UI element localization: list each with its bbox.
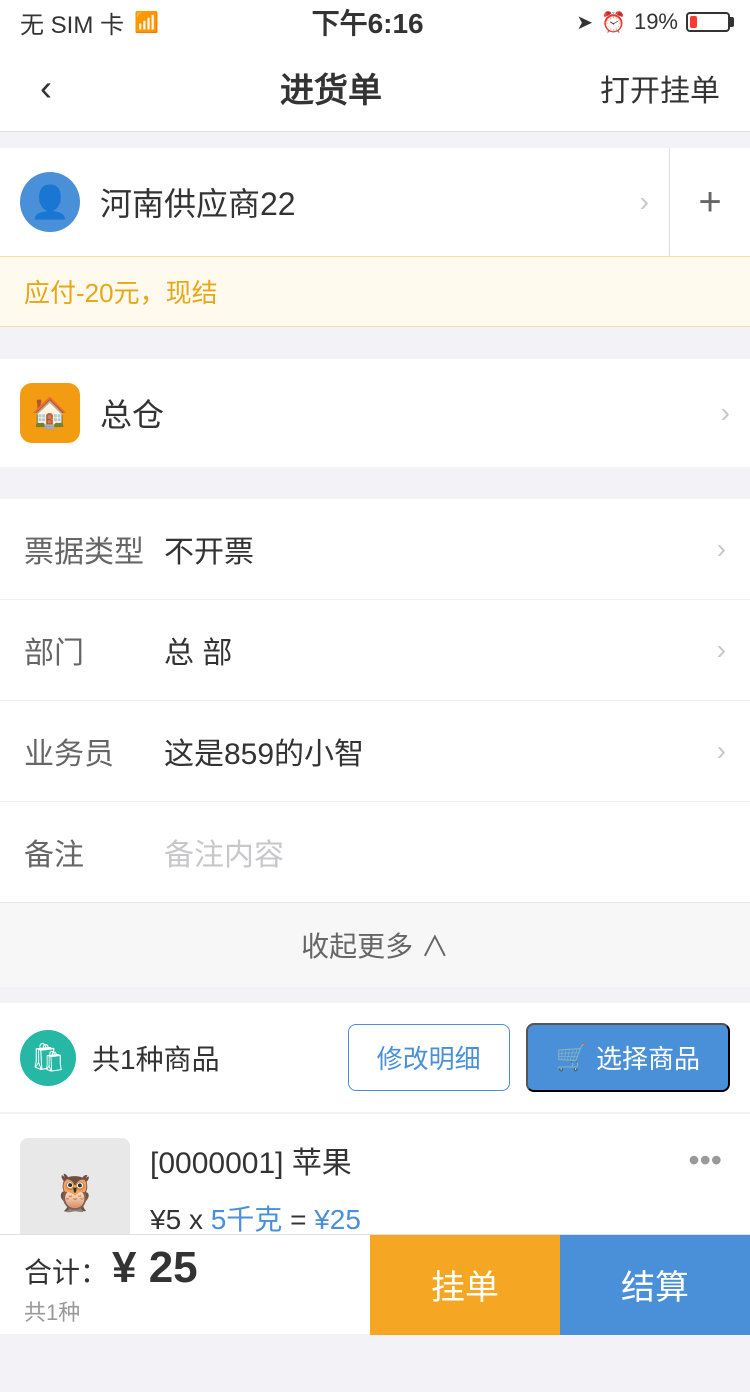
product-count-label: 共1种商品 [92, 1038, 332, 1078]
supplier-avatar: 👤 [20, 172, 80, 232]
total-count: 共1种 [24, 1295, 346, 1327]
product-code: [0000001] [150, 1147, 283, 1180]
warehouse-name: 总仓 [100, 390, 721, 436]
shopping-bag-icon: 🛍 [30, 1041, 66, 1074]
warehouse-chevron-icon: › [721, 397, 730, 429]
battery-percent: 19% [634, 9, 678, 35]
separator-1 [0, 132, 750, 148]
total-amount: ¥ 25 [112, 1243, 198, 1293]
wifi-icon: 📶 [134, 10, 159, 35]
open-hang-button[interactable]: 打开挂单 [600, 66, 720, 110]
warning-text: 应付-20元，现结 [24, 278, 218, 308]
remark-label: 备注 [24, 830, 144, 874]
battery-fill [690, 16, 697, 28]
invoice-type-row[interactable]: 票据类型 不开票 › [0, 499, 750, 600]
product-thumbnail: 🦉 [20, 1138, 130, 1248]
location-icon: ➤ [576, 10, 593, 35]
product-menu-button[interactable]: ••• [680, 1138, 730, 1183]
cart-icon: 🛒 [556, 1042, 588, 1073]
product-total: ¥25 [314, 1204, 361, 1235]
form-section: 票据类型 不开票 › 部门 总 部 › 业务员 这是859的小智 › 备注 备注… [0, 499, 750, 902]
quantity: 5千克 [211, 1204, 283, 1235]
product-price-row: ¥5 x 5千克 = ¥25 [150, 1198, 660, 1238]
salesperson-label: 业务员 [24, 729, 144, 773]
product-name: [0000001] 苹果 [150, 1138, 660, 1182]
alarm-icon: ⏰ [601, 10, 626, 35]
battery-indicator [686, 12, 730, 32]
total-section: 合计： ¥ 25 共1种 [0, 1243, 370, 1327]
product-count-icon: 🛍 [20, 1030, 76, 1086]
nav-bar: ‹ 进货单 打开挂单 [0, 44, 750, 132]
separator-3 [0, 467, 750, 483]
add-supplier-button[interactable]: + [670, 148, 750, 256]
department-chevron-icon: › [717, 634, 726, 666]
status-right: ➤ ⏰ 19% [576, 9, 730, 35]
warehouse-icon: 🏠 [31, 396, 68, 431]
multiply-sign: x [189, 1204, 211, 1235]
invoice-type-label: 票据类型 [24, 527, 144, 571]
user-icon: 👤 [30, 183, 70, 221]
invoice-chevron-icon: › [717, 533, 726, 565]
time-text: 下午6:16 [312, 2, 424, 42]
product-title: 苹果 [292, 1147, 352, 1180]
salesperson-row[interactable]: 业务员 这是859的小智 › [0, 701, 750, 802]
product-header: 🛍 共1种商品 修改明细 🛒 选择商品 [0, 1003, 750, 1112]
total-label: 合计： [24, 1251, 108, 1291]
settle-button[interactable]: 结算 [560, 1235, 750, 1335]
invoice-type-value: 不开票 [144, 527, 717, 571]
unit-price: ¥5 [150, 1204, 181, 1235]
supplier-section: 👤 河南供应商22 › + [0, 148, 750, 256]
supplier-row[interactable]: 👤 河南供应商22 › [0, 148, 670, 256]
hang-button[interactable]: 挂单 [370, 1235, 560, 1335]
separator-2 [0, 327, 750, 343]
modify-detail-button[interactable]: 修改明细 [348, 1024, 510, 1091]
department-value: 总 部 [144, 628, 717, 672]
warehouse-icon-wrap: 🏠 [20, 383, 80, 443]
bottom-bar: 合计： ¥ 25 共1种 挂单 结算 [0, 1234, 750, 1334]
page-title: 进货单 [280, 63, 382, 112]
carrier-text: 无 SIM 卡 [20, 5, 124, 40]
chevron-right-icon: › [640, 186, 649, 218]
supplier-name: 河南供应商22 [100, 179, 640, 225]
collapse-row[interactable]: 收起更多 ∧ [0, 902, 750, 987]
back-button[interactable]: ‹ [30, 57, 62, 119]
status-left: 无 SIM 卡 📶 [20, 5, 159, 40]
content-area: 👤 河南供应商22 › + 应付-20元，现结 🏠 总仓 › 票据类型 不开票 … [0, 132, 750, 1392]
warning-banner: 应付-20元，现结 [0, 256, 750, 327]
salesperson-value: 这是859的小智 [144, 729, 717, 773]
collapse-label: 收起更多 ∧ [301, 925, 449, 965]
select-product-button[interactable]: 🛒 选择商品 [526, 1023, 730, 1092]
department-label: 部门 [24, 628, 144, 672]
product-info: [0000001] 苹果 ¥5 x 5千克 = ¥25 [150, 1138, 660, 1238]
owl-icon: 🦉 [53, 1172, 98, 1214]
department-row[interactable]: 部门 总 部 › [0, 600, 750, 701]
remark-placeholder: 备注内容 [144, 830, 726, 874]
select-product-label: 选择商品 [596, 1039, 700, 1076]
equals-sign: = [290, 1204, 314, 1235]
warehouse-row[interactable]: 🏠 总仓 › [0, 359, 750, 467]
salesperson-chevron-icon: › [717, 735, 726, 767]
status-bar: 无 SIM 卡 📶 下午6:16 ➤ ⏰ 19% [0, 0, 750, 44]
remark-row[interactable]: 备注 备注内容 [0, 802, 750, 902]
